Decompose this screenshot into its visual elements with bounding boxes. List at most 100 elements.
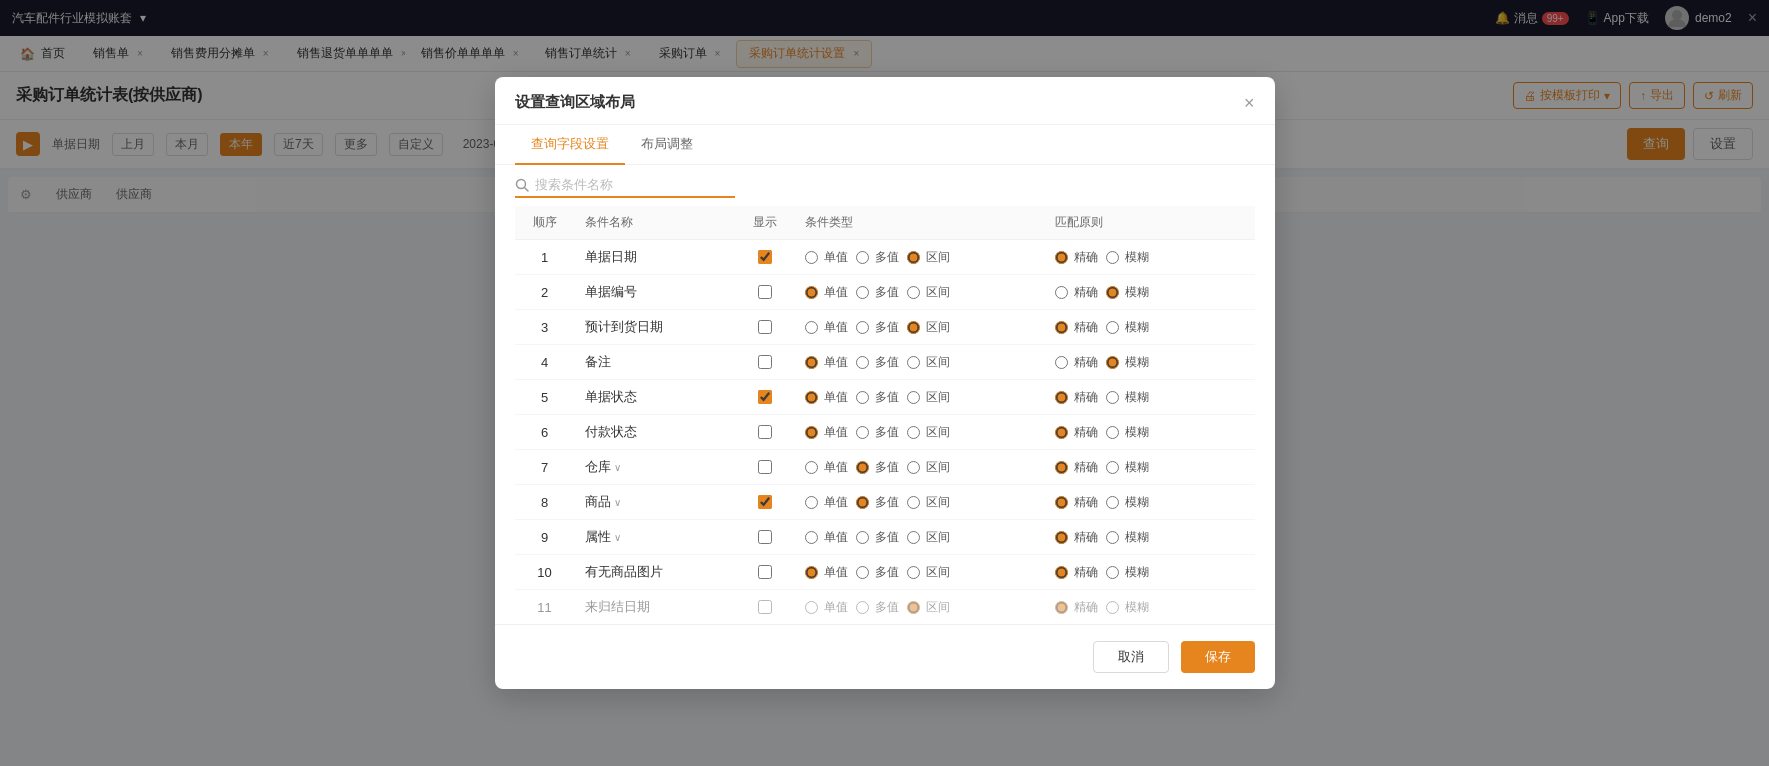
multi-radio[interactable] (856, 426, 869, 439)
fuzzy-radio[interactable] (1106, 601, 1119, 614)
exact-radio[interactable] (1055, 356, 1068, 369)
single-radio-label[interactable]: 单值 (805, 494, 848, 511)
range-radio[interactable] (907, 601, 920, 614)
range-radio-label[interactable]: 区间 (907, 459, 950, 476)
multi-radio[interactable] (856, 601, 869, 614)
multi-radio-label[interactable]: 多值 (856, 284, 899, 301)
fuzzy-radio[interactable] (1106, 391, 1119, 404)
fuzzy-radio[interactable] (1106, 356, 1119, 369)
range-radio-label[interactable]: 区间 (907, 389, 950, 406)
single-radio-label[interactable]: 单值 (805, 354, 848, 371)
fuzzy-radio[interactable] (1106, 426, 1119, 439)
display-checkbox[interactable] (758, 600, 772, 614)
single-radio-label[interactable]: 单值 (805, 319, 848, 336)
range-radio-label[interactable]: 区间 (907, 494, 950, 511)
exact-radio-label[interactable]: 精确 (1055, 459, 1098, 476)
exact-radio[interactable] (1055, 391, 1068, 404)
fuzzy-radio[interactable] (1106, 461, 1119, 474)
fuzzy-radio[interactable] (1106, 286, 1119, 299)
multi-radio-label[interactable]: 多值 (856, 354, 899, 371)
exact-radio[interactable] (1055, 251, 1068, 264)
range-radio-label[interactable]: 区间 (907, 319, 950, 336)
range-radio-label[interactable]: 区间 (907, 424, 950, 441)
cancel-button[interactable]: 取消 (1093, 641, 1169, 673)
range-radio[interactable] (907, 496, 920, 509)
display-checkbox[interactable] (758, 355, 772, 369)
single-radio-label[interactable]: 单值 (805, 599, 848, 616)
range-radio[interactable] (907, 531, 920, 544)
multi-radio[interactable] (856, 566, 869, 579)
multi-radio-label[interactable]: 多值 (856, 319, 899, 336)
multi-radio[interactable] (856, 391, 869, 404)
exact-radio-label[interactable]: 精确 (1055, 389, 1098, 406)
multi-radio[interactable] (856, 286, 869, 299)
exact-radio[interactable] (1055, 531, 1068, 544)
range-radio[interactable] (907, 251, 920, 264)
display-checkbox[interactable] (758, 285, 772, 299)
single-radio-label[interactable]: 单值 (805, 564, 848, 581)
exact-radio-label[interactable]: 精确 (1055, 319, 1098, 336)
fuzzy-radio[interactable] (1106, 251, 1119, 264)
single-radio-label[interactable]: 单值 (805, 424, 848, 441)
fuzzy-radio-label[interactable]: 模糊 (1106, 249, 1149, 266)
dialog-close-button[interactable]: × (1244, 94, 1255, 112)
range-radio-label[interactable]: 区间 (907, 354, 950, 371)
fuzzy-radio-label[interactable]: 模糊 (1106, 599, 1149, 616)
fuzzy-radio-label[interactable]: 模糊 (1106, 389, 1149, 406)
single-radio[interactable] (805, 601, 818, 614)
range-radio-label[interactable]: 区间 (907, 564, 950, 581)
single-radio[interactable] (805, 286, 818, 299)
exact-radio-label[interactable]: 精确 (1055, 284, 1098, 301)
range-radio[interactable] (907, 461, 920, 474)
fuzzy-radio[interactable] (1106, 566, 1119, 579)
single-radio[interactable] (805, 251, 818, 264)
range-radio-label[interactable]: 区间 (907, 284, 950, 301)
fuzzy-radio-label[interactable]: 模糊 (1106, 284, 1149, 301)
multi-radio-label[interactable]: 多值 (856, 494, 899, 511)
single-radio[interactable] (805, 356, 818, 369)
dialog-tab-layout[interactable]: 布局调整 (625, 125, 709, 165)
multi-radio-label[interactable]: 多值 (856, 564, 899, 581)
exact-radio[interactable] (1055, 321, 1068, 334)
display-checkbox[interactable] (758, 460, 772, 474)
fuzzy-radio-label[interactable]: 模糊 (1106, 319, 1149, 336)
fuzzy-radio[interactable] (1106, 496, 1119, 509)
single-radio[interactable] (805, 461, 818, 474)
range-radio[interactable] (907, 356, 920, 369)
single-radio-label[interactable]: 单值 (805, 459, 848, 476)
multi-radio-label[interactable]: 多值 (856, 424, 899, 441)
fuzzy-radio[interactable] (1106, 321, 1119, 334)
fuzzy-radio[interactable] (1106, 531, 1119, 544)
exact-radio-label[interactable]: 精确 (1055, 424, 1098, 441)
exact-radio-label[interactable]: 精确 (1055, 494, 1098, 511)
display-checkbox[interactable] (758, 425, 772, 439)
multi-radio-label[interactable]: 多值 (856, 459, 899, 476)
range-radio[interactable] (907, 321, 920, 334)
fuzzy-radio-label[interactable]: 模糊 (1106, 494, 1149, 511)
display-checkbox[interactable] (758, 495, 772, 509)
exact-radio-label[interactable]: 精确 (1055, 599, 1098, 616)
single-radio[interactable] (805, 496, 818, 509)
range-radio[interactable] (907, 566, 920, 579)
multi-radio[interactable] (856, 356, 869, 369)
dialog-tab-fields[interactable]: 查询字段设置 (515, 125, 625, 165)
fuzzy-radio-label[interactable]: 模糊 (1106, 459, 1149, 476)
range-radio-label[interactable]: 区间 (907, 599, 950, 616)
multi-radio-label[interactable]: 多值 (856, 599, 899, 616)
single-radio[interactable] (805, 531, 818, 544)
exact-radio[interactable] (1055, 496, 1068, 509)
single-radio-label[interactable]: 单值 (805, 389, 848, 406)
search-input[interactable] (535, 177, 735, 192)
multi-radio[interactable] (856, 251, 869, 264)
exact-radio[interactable] (1055, 426, 1068, 439)
fuzzy-radio-label[interactable]: 模糊 (1106, 529, 1149, 546)
exact-radio-label[interactable]: 精确 (1055, 564, 1098, 581)
fuzzy-radio-label[interactable]: 模糊 (1106, 564, 1149, 581)
single-radio[interactable] (805, 566, 818, 579)
range-radio[interactable] (907, 286, 920, 299)
display-checkbox[interactable] (758, 320, 772, 334)
exact-radio[interactable] (1055, 566, 1068, 579)
single-radio[interactable] (805, 391, 818, 404)
single-radio[interactable] (805, 426, 818, 439)
multi-radio-label[interactable]: 多值 (856, 249, 899, 266)
